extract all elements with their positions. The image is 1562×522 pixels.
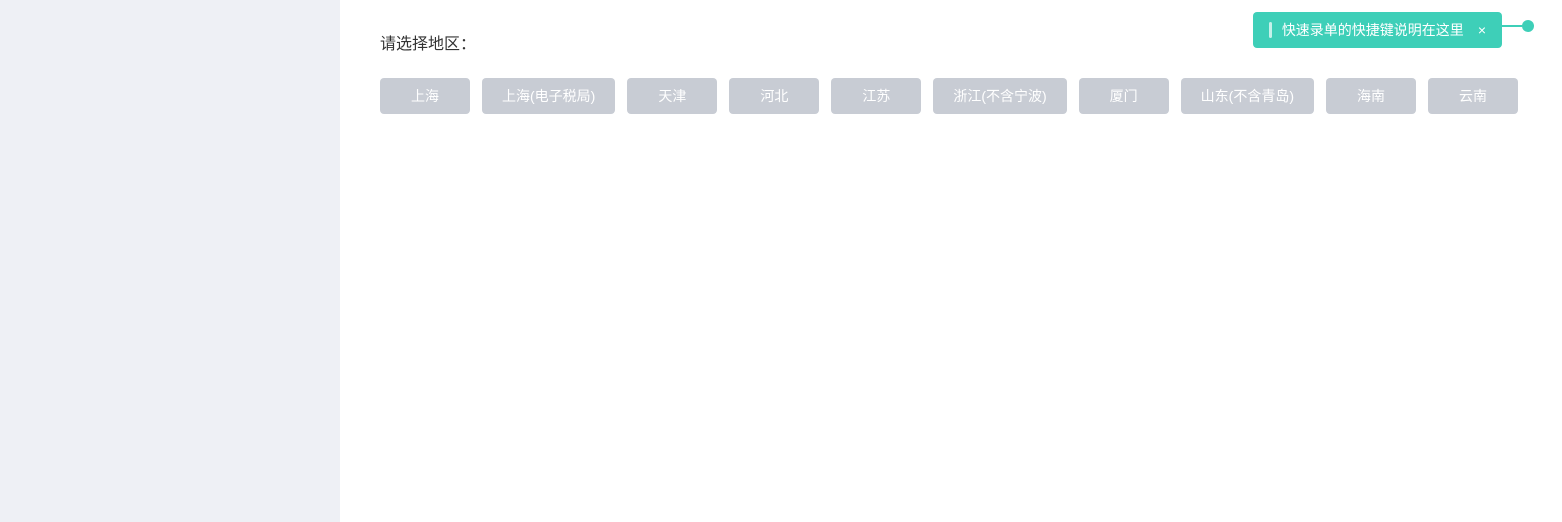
tooltip-accent [1269,22,1272,38]
tooltip-line [1502,25,1522,27]
region-button-shanghai[interactable]: 上海 [380,78,470,114]
tooltip-text: 快速录单的快捷键说明在这里 [1282,20,1464,40]
region-button-hainan[interactable]: 海南 [1326,78,1416,114]
region-button-hebei[interactable]: 河北 [729,78,819,114]
tooltip-close-button[interactable]: × [1478,22,1486,38]
left-sidebar [0,0,340,522]
region-button-shandong[interactable]: 山东(不含青岛) [1181,78,1314,114]
region-button-tianjin[interactable]: 天津 [627,78,717,114]
region-button-shanghai-etax[interactable]: 上海(电子税局) [482,78,615,114]
tooltip-dot [1522,20,1534,32]
tooltip-bar: 快速录单的快捷键说明在这里 × [1253,12,1502,48]
region-button-jiangsu[interactable]: 江苏 [831,78,921,114]
region-buttons: 上海上海(电子税局) 天津河北江苏浙江(不含宁波) 厦门山东(不含青岛) 海南云南 [380,78,1522,114]
region-button-xiamen[interactable]: 厦门 [1079,78,1169,114]
region-button-zhejiang[interactable]: 浙江(不含宁波) [933,78,1066,114]
region-button-yunnan[interactable]: 云南 [1428,78,1518,114]
main-content: 请选择地区： 上海上海(电子税局)天津河北江苏浙江(不含宁波)厦门山东(不含青岛… [340,0,1562,522]
